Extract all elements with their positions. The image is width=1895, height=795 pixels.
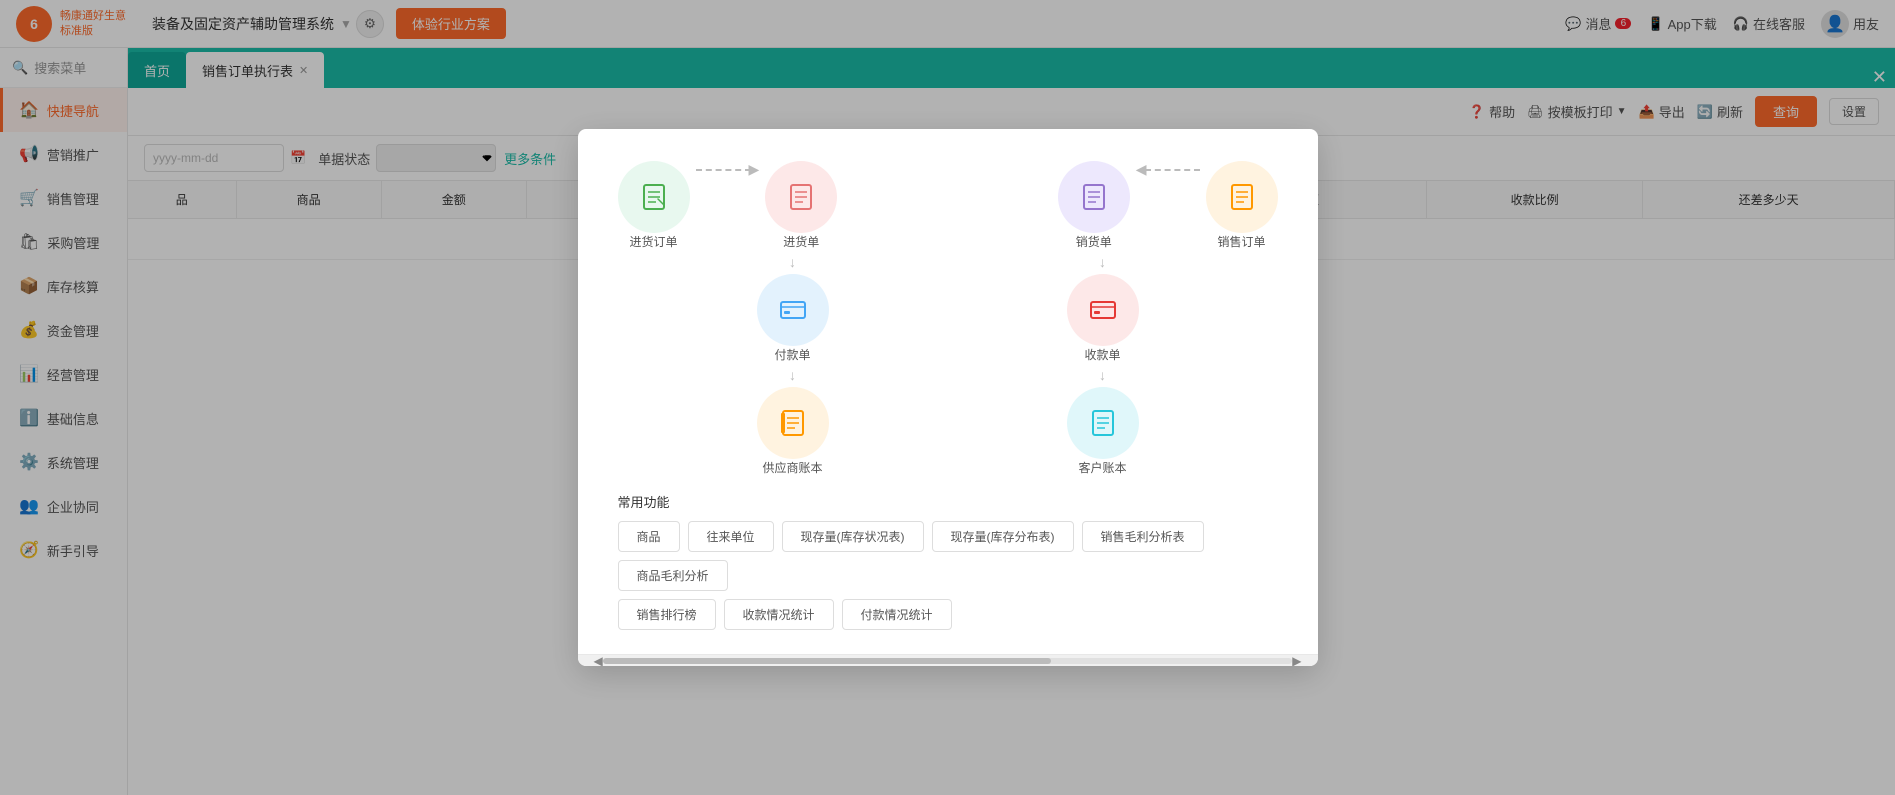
purchase-order-label: 进货订单 — [629, 233, 677, 250]
scrollbar-thumb[interactable] — [603, 658, 1051, 664]
func-btn-payment-stats[interactable]: 付款情况统计 — [842, 599, 952, 630]
supplier-account-icon — [757, 387, 829, 459]
payment-icon — [757, 274, 829, 346]
sale-icon — [1058, 161, 1130, 233]
customer-account-icon — [1067, 387, 1139, 459]
flow-col-purchase: 进货单 — [765, 161, 837, 250]
receipt-label: 收款单 — [1084, 346, 1120, 363]
sale-order-icon — [1206, 161, 1278, 233]
customer-account-label: 客户账本 — [1078, 459, 1126, 476]
func-btn-partner[interactable]: 往来单位 — [688, 521, 774, 552]
payment-label: 付款单 — [774, 346, 810, 363]
common-functions: 常用功能 商品 往来单位 现存量(库存状况表) 现存量(库存分布表) 销售毛利分… — [618, 492, 1278, 630]
function-buttons-row2: 销售排行榜 收款情况统计 付款情况统计 — [618, 599, 1278, 630]
dialog-scrollbar: ◀ ▶ — [578, 654, 1318, 666]
purchase-label: 进货单 — [783, 233, 819, 250]
flow-col-payment: ↓ 付款单 — [757, 254, 829, 363]
flow-col-customer-account: ↓ 客户账本 — [1067, 367, 1139, 476]
func-btn-stock-status[interactable]: 现存量(库存状况表) — [782, 521, 924, 552]
func-btn-sales-profit[interactable]: 销售毛利分析表 — [1082, 521, 1204, 552]
scrollbar-track[interactable] — [603, 658, 1293, 664]
flow-col-supplier-account: ↓ 供应商账本 — [757, 367, 829, 476]
dialog-overlay[interactable]: 进货订单 ▶ 进货单 — [0, 0, 1895, 795]
flow-col-sale: 销货单 — [1058, 161, 1130, 250]
flow-diagram: 进货订单 ▶ 进货单 — [618, 161, 1278, 476]
supplier-account-label: 供应商账本 — [762, 459, 822, 476]
flow-col-receipt: ↓ 收款单 — [1067, 254, 1139, 363]
flow-col-sale-order: 销售订单 — [1206, 161, 1278, 250]
common-functions-title: 常用功能 — [618, 492, 1278, 511]
func-btn-product-profit[interactable]: 商品毛利分析 — [618, 560, 728, 591]
dialog-content: 进货订单 ▶ 进货单 — [578, 129, 1318, 654]
func-btn-sales-rank[interactable]: 销售排行榜 — [618, 599, 716, 630]
sale-order-label: 销售订单 — [1217, 233, 1265, 250]
func-btn-product[interactable]: 商品 — [618, 521, 680, 552]
purchase-order-icon — [618, 161, 690, 233]
func-btn-stock-dist[interactable]: 现存量(库存分布表) — [932, 521, 1074, 552]
scroll-left-button[interactable]: ◀ — [594, 654, 603, 667]
sale-label: 销货单 — [1076, 233, 1112, 250]
function-buttons-row1: 商品 往来单位 现存量(库存状况表) 现存量(库存分布表) 销售毛利分析表 商品… — [618, 521, 1278, 591]
flow-col-purchase-order: 进货订单 — [618, 161, 690, 250]
dialog: 进货订单 ▶ 进货单 — [578, 129, 1318, 666]
purchase-icon — [765, 161, 837, 233]
scroll-right-button[interactable]: ▶ — [1292, 654, 1301, 667]
func-btn-receipt-stats[interactable]: 收款情况统计 — [724, 599, 834, 630]
receipt-icon — [1067, 274, 1139, 346]
